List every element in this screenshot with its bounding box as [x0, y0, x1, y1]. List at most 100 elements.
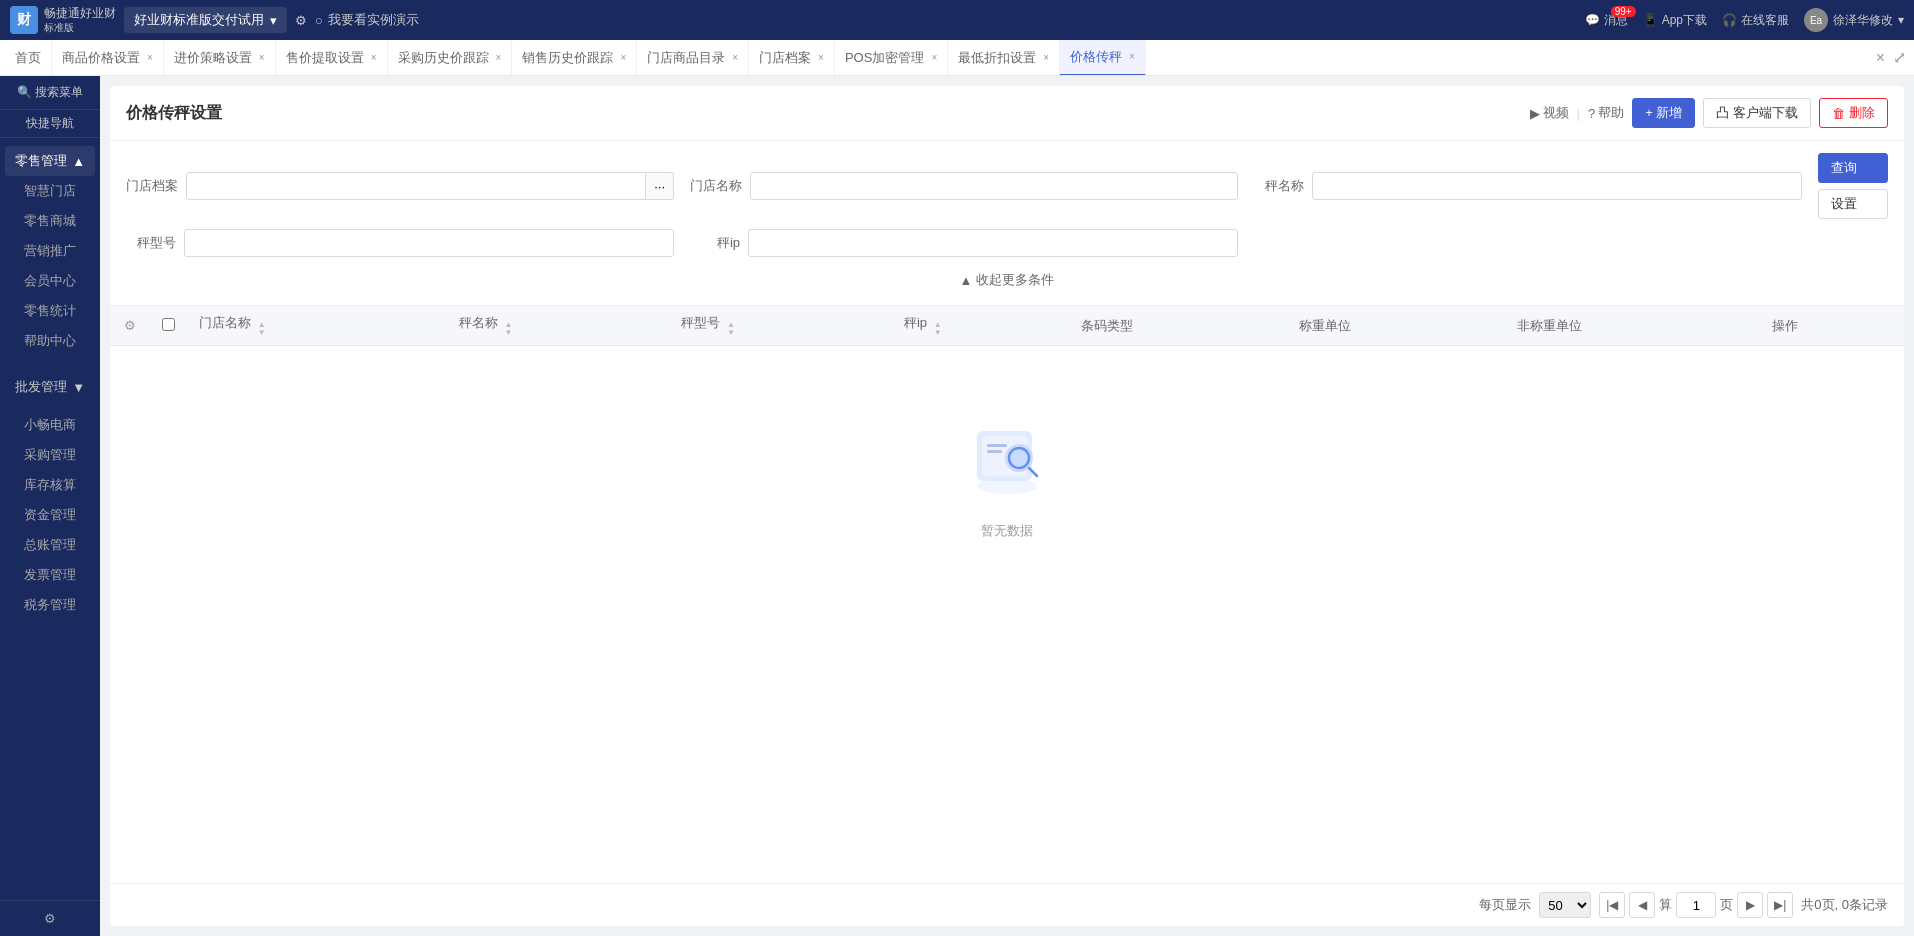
app-download-button[interactable]: 📱 App下载 [1643, 12, 1707, 29]
online-service-button[interactable]: 🎧 在线客服 [1722, 12, 1789, 29]
sidebar-item-retail-mall[interactable]: 零售商城 [5, 206, 95, 236]
scale-name-input[interactable] [1312, 172, 1802, 200]
chevron-down-icon: ▾ [270, 13, 277, 28]
tab-bar-controls: × ⤢ [1876, 48, 1914, 67]
shop-file-label: 门店档案 [126, 177, 178, 195]
tab-price-setting[interactable]: 商品价格设置 × [52, 40, 164, 76]
content-area: 价格传秤设置 ▶ 视频 | ? 帮助 + 新增 凸 客户端下载 [100, 76, 1914, 936]
sidebar-item-smart-shop[interactable]: 智慧门店 [5, 176, 95, 206]
col-scale-model[interactable]: 秤型号 ▲▼ [669, 306, 892, 346]
sidebar-section-retail: 零售管理 ▲ 智慧门店 零售商城 营销推广 会员中心 零售统计 帮助中心 [0, 138, 100, 364]
sidebar-item-finance[interactable]: 资金管理 [0, 500, 100, 530]
close-icon[interactable]: × [147, 52, 153, 63]
last-page-button[interactable]: ▶| [1767, 892, 1793, 918]
close-icon[interactable]: × [732, 52, 738, 63]
version-dropdown[interactable]: 好业财标准版交付试用 ▾ [124, 7, 287, 33]
sidebar-item-invoice[interactable]: 发票管理 [0, 560, 100, 590]
tab-shop-file[interactable]: 门店档案 × [749, 40, 835, 76]
demo-link[interactable]: ○ 我要看实例演示 [315, 11, 419, 29]
messages-badge: 99+ [1611, 6, 1636, 17]
sidebar-item-tax[interactable]: 税务管理 [0, 590, 100, 620]
demo-icon: ○ [315, 13, 323, 28]
prev-page-button[interactable]: ◀ [1629, 892, 1655, 918]
help-link[interactable]: ? 帮助 [1588, 104, 1624, 122]
sidebar-item-ecommerce[interactable]: 小畅电商 [0, 410, 100, 440]
sidebar-item-member[interactable]: 会员中心 [5, 266, 95, 296]
scale-ip-input[interactable] [748, 229, 1238, 257]
first-page-button[interactable]: |◀ [1599, 892, 1625, 918]
close-icon[interactable]: × [620, 52, 626, 63]
sidebar-settings[interactable]: ⚙ [0, 900, 100, 936]
select-all-checkbox[interactable] [162, 318, 175, 331]
shop-file-browse-button[interactable]: ··· [646, 172, 674, 200]
tab-min-discount[interactable]: 最低折扣设置 × [948, 40, 1060, 76]
user-menu[interactable]: Ea 徐泽华修改 ▾ [1804, 8, 1904, 32]
sidebar-search[interactable]: 🔍 搜索菜单 [0, 76, 100, 110]
filter-row-1: 门店档案 ··· 门店名称 秤名称 [126, 153, 1888, 219]
table-container: ⚙ 门店名称 ▲▼ 秤名称 ▲▼ [110, 306, 1904, 883]
sidebar-item-marketing[interactable]: 营销推广 [5, 236, 95, 266]
tab-price-scale[interactable]: 价格传秤 × [1060, 40, 1146, 76]
sidebar-section-wholesale: 批发管理 ▼ [0, 364, 100, 410]
close-tab-button[interactable]: × [1876, 49, 1885, 67]
tab-bar: 首页 商品价格设置 × 进价策略设置 × 售价提取设置 × 采购历史价跟踪 × … [0, 40, 1914, 76]
download-button[interactable]: 凸 客户端下载 [1703, 98, 1811, 128]
table-settings-icon[interactable]: ⚙ [124, 318, 136, 333]
tab-shop-catalog[interactable]: 门店商品目录 × [637, 40, 749, 76]
page-unit: 页 [1720, 896, 1733, 914]
headset-icon: 🎧 [1722, 13, 1737, 27]
delete-button[interactable]: 🗑 删除 [1819, 98, 1888, 128]
action-buttons: 查询 设置 [1818, 153, 1888, 219]
settings-icon[interactable]: ⚙ [295, 13, 307, 28]
close-icon[interactable]: × [818, 52, 824, 63]
top-bar-left: 财 畅捷通好业财 标准版 好业财标准版交付试用 ▾ ⚙ ○ 我要看实例演示 [10, 6, 419, 35]
next-page-button[interactable]: ▶ [1737, 892, 1763, 918]
sidebar-item-retail-stats[interactable]: 零售统计 [5, 296, 95, 326]
tab-purchase-history[interactable]: 采购历史价跟踪 × [388, 40, 513, 76]
col-scale-ip: 秤ip ▲▼ [892, 306, 1069, 346]
page-number-input[interactable] [1676, 892, 1716, 918]
close-icon[interactable]: × [371, 52, 377, 63]
close-icon[interactable]: × [496, 52, 502, 63]
delete-icon: 🗑 [1832, 106, 1845, 121]
top-bar-right: 💬 消息 99+ 📱 App下载 🎧 在线客服 Ea 徐泽华修改 ▾ [1585, 8, 1904, 32]
messages-button[interactable]: 💬 消息 99+ [1585, 12, 1628, 29]
tab-sale-price[interactable]: 售价提取设置 × [276, 40, 388, 76]
close-icon[interactable]: × [1043, 52, 1049, 63]
play-icon: ▶ [1530, 106, 1540, 121]
tab-sale-history[interactable]: 销售历史价跟踪 × [512, 40, 637, 76]
settings-button[interactable]: 设置 [1818, 189, 1888, 219]
logo-area: 财 畅捷通好业财 标准版 [10, 6, 116, 35]
tab-home[interactable]: 首页 [5, 40, 52, 76]
app-icon: 📱 [1643, 13, 1658, 27]
sidebar-item-general-ledger[interactable]: 总账管理 [0, 530, 100, 560]
sidebar-section-wholesale-title[interactable]: 批发管理 ▼ [5, 372, 95, 402]
sidebar-item-purchase[interactable]: 采购管理 [0, 440, 100, 470]
add-button[interactable]: + 新增 [1632, 98, 1695, 128]
query-button[interactable]: 查询 [1818, 153, 1888, 183]
close-icon[interactable]: × [1129, 51, 1135, 62]
tab-pos-mgmt[interactable]: POS加密管理 × [835, 40, 948, 76]
close-icon[interactable]: × [259, 52, 265, 63]
sidebar-item-inventory[interactable]: 库存核算 [0, 470, 100, 500]
shop-name-input[interactable] [750, 172, 1238, 200]
sidebar-quicknav[interactable]: 快捷导航 [0, 110, 100, 138]
close-icon[interactable]: × [931, 52, 937, 63]
empty-icon [957, 406, 1057, 506]
col-shop-name[interactable]: 门店名称 ▲▼ [187, 306, 447, 346]
chevron-down-icon: ▾ [1898, 13, 1904, 27]
video-link[interactable]: ▶ 视频 [1530, 104, 1569, 122]
col-scale-name[interactable]: 秤名称 ▲▼ [447, 306, 670, 346]
scale-model-label: 秤型号 [126, 234, 176, 252]
page-size-select[interactable]: 10 20 50 100 [1539, 892, 1591, 918]
pagination-bar: 每页显示 10 20 50 100 |◀ ◀ 算 页 ▶ ▶| 共0页, 0条记… [110, 883, 1904, 926]
tab-purchase-strategy[interactable]: 进价策略设置 × [164, 40, 276, 76]
page-header-actions: ▶ 视频 | ? 帮助 + 新增 凸 客户端下载 🗑 [1530, 98, 1888, 128]
sidebar-section-retail-title[interactable]: 零售管理 ▲ [5, 146, 95, 176]
maximize-tab-button[interactable]: ⤢ [1893, 48, 1906, 67]
collapse-button[interactable]: ▲ 收起更多条件 [126, 267, 1888, 293]
table-header-row: ⚙ 门店名称 ▲▼ 秤名称 ▲▼ [110, 306, 1904, 346]
sidebar-item-help-center[interactable]: 帮助中心 [5, 326, 95, 356]
shop-file-input[interactable] [186, 172, 646, 200]
scale-model-input[interactable] [184, 229, 674, 257]
